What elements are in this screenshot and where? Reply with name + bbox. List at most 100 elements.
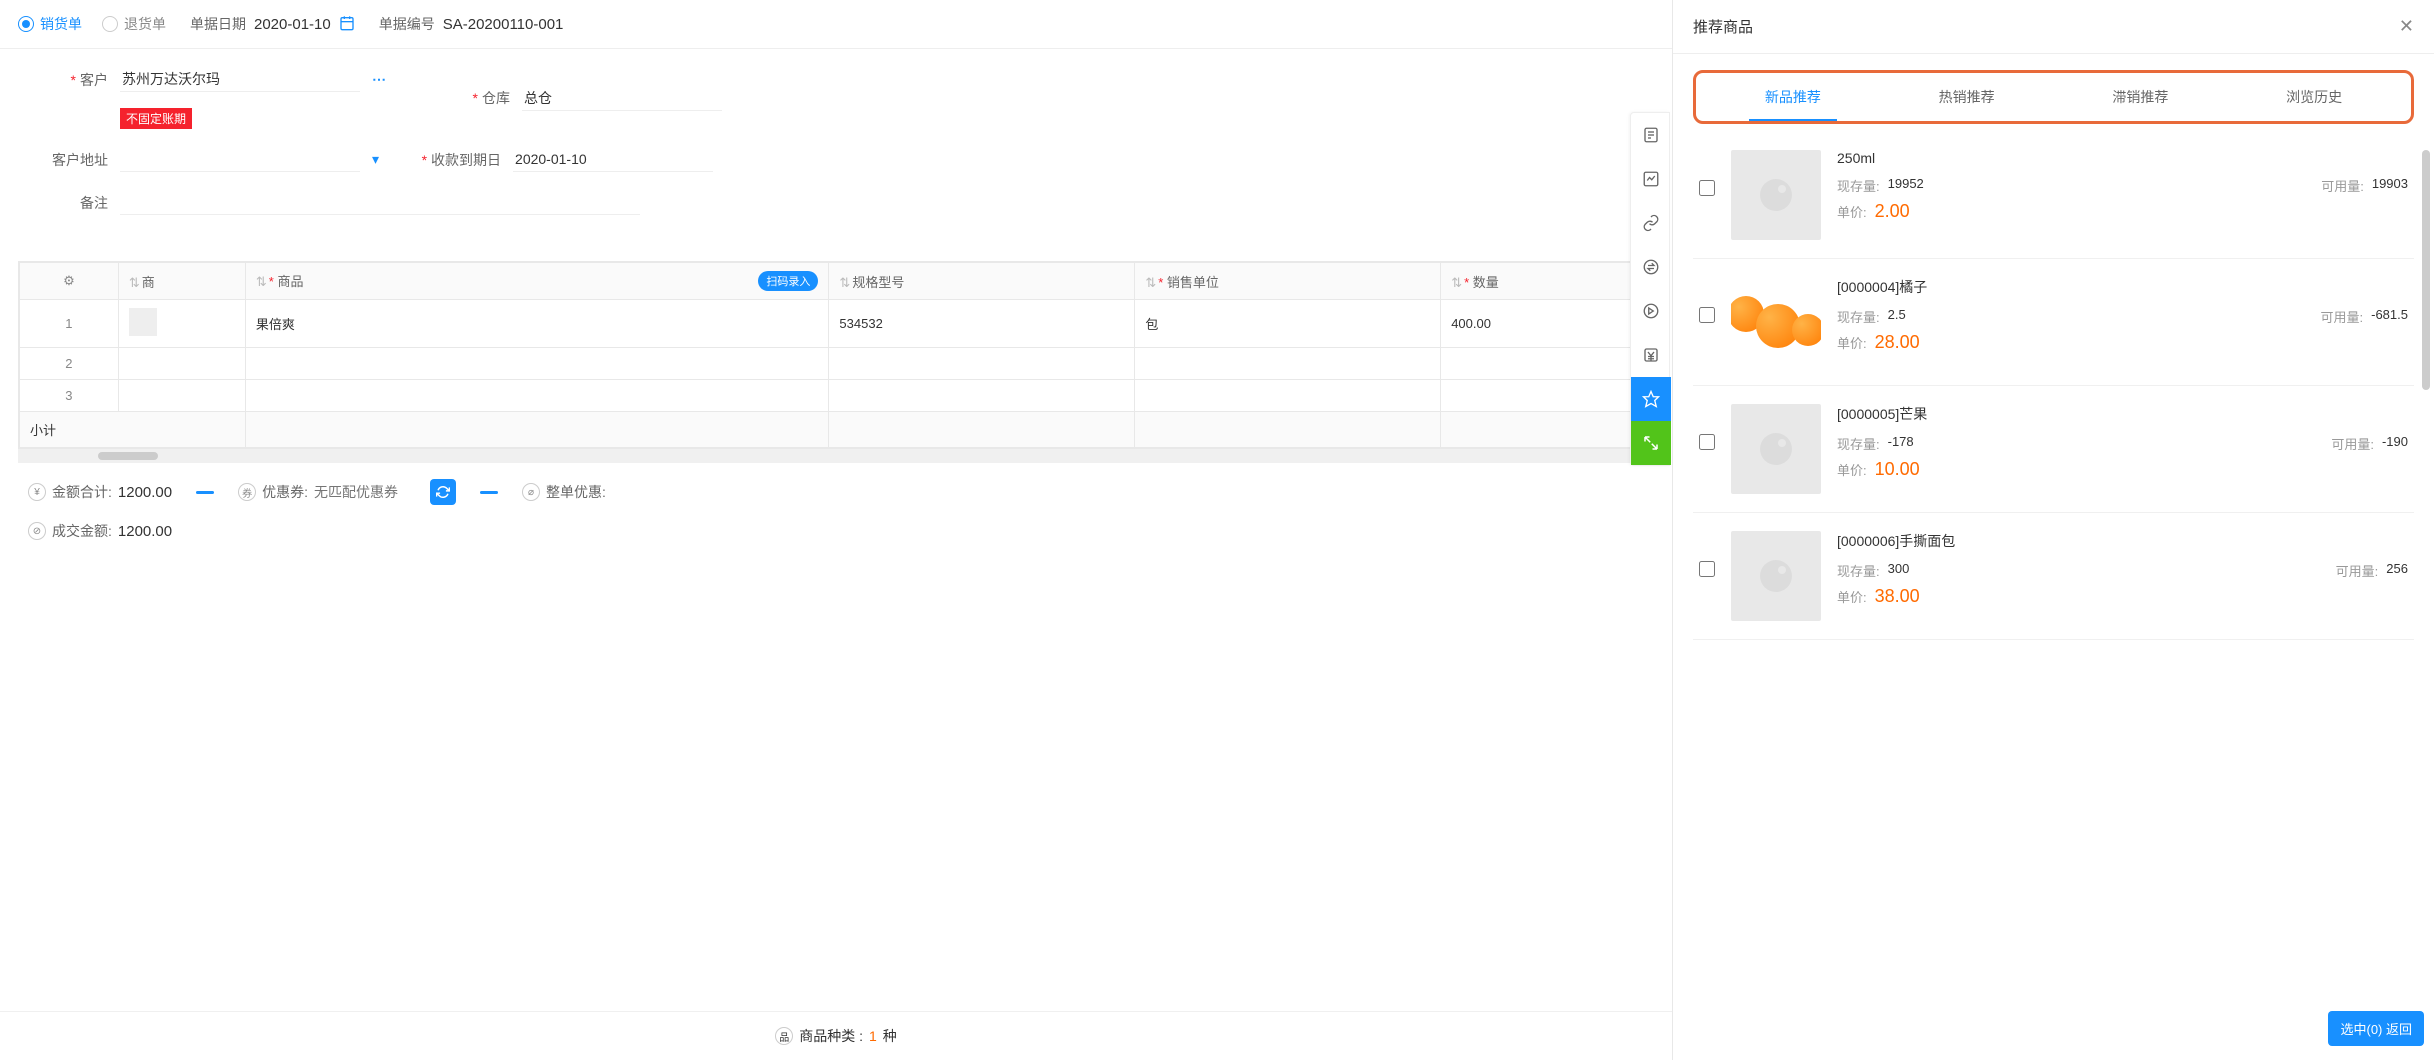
deal-amount-value: 1200.00 xyxy=(118,523,172,540)
stock-value: 2.5 xyxy=(1888,307,1906,326)
remark-input[interactable] xyxy=(120,190,640,215)
product-item[interactable]: 250ml 现存量: 19952 可用量: 19903 单价: 2.00 xyxy=(1693,132,2414,259)
customer-picker-icon[interactable]: ⋯ xyxy=(372,71,388,88)
price-value: 2.00 xyxy=(1875,201,1910,222)
yen-icon: ¥ xyxy=(28,483,46,501)
address-input[interactable] xyxy=(120,147,360,172)
currency-icon[interactable] xyxy=(1631,333,1671,377)
bookmark-icon[interactable] xyxy=(1631,289,1671,333)
vertical-scrollbar[interactable] xyxy=(2422,150,2430,390)
product-list[interactable]: 250ml现存量:19952可用量:19903单价:2.00[0000004]橘… xyxy=(1673,132,2434,1060)
deal-icon: ⊘ xyxy=(28,522,46,540)
tab-sales-label: 销货单 xyxy=(40,14,82,34)
tab-browse-history[interactable]: 浏览历史 xyxy=(2270,77,2358,117)
col-product[interactable]: 商品 xyxy=(277,274,303,289)
table-row[interactable]: 3 xyxy=(20,380,1653,412)
rpanel-title: 推荐商品 xyxy=(1693,16,1753,37)
avail-value: 19903 xyxy=(2372,176,2408,195)
tab-return-order[interactable]: 退货单 xyxy=(102,14,166,34)
stock-value: 19952 xyxy=(1888,176,1924,195)
product-image-placeholder-icon xyxy=(1731,531,1821,621)
product-item[interactable]: [0000004]橘子现存量:2.5可用量:-681.5单价:28.00 xyxy=(1693,259,2414,386)
product-image-placeholder-icon xyxy=(1731,404,1821,494)
customer-tag: 不固定账期 xyxy=(120,108,192,129)
horizontal-scrollbar[interactable] xyxy=(18,449,1654,463)
product-image-placeholder-icon xyxy=(1731,150,1821,240)
avail-value: 256 xyxy=(2386,561,2408,580)
stock-label: 现存量: xyxy=(1837,434,1880,453)
doc-date-label: 单据日期 xyxy=(190,14,246,34)
selected-return-button[interactable]: 选中(0) 返回 xyxy=(2328,1011,2424,1046)
note-icon[interactable] xyxy=(1631,113,1671,157)
product-item[interactable]: [0000005]芒果现存量:-178可用量:-190单价:10.00 xyxy=(1693,386,2414,513)
scan-input-button[interactable]: 扫码录入 xyxy=(758,271,818,291)
star-icon[interactable] xyxy=(1631,377,1671,421)
subtotal-row: 小计 xyxy=(20,412,1653,448)
product-checkbox[interactable] xyxy=(1699,307,1715,323)
exchange-icon[interactable] xyxy=(1631,245,1671,289)
link-icon[interactable] xyxy=(1631,201,1671,245)
tab-sales-order[interactable]: 销货单 xyxy=(18,14,82,34)
avail-label: 可用量: xyxy=(2321,176,2364,195)
close-icon[interactable]: ✕ xyxy=(2399,16,2414,37)
avail-value: -681.5 xyxy=(2371,307,2408,326)
stock-value: -178 xyxy=(1888,434,1914,453)
product-item[interactable]: [0000006]手撕面包现存量:300可用量:256单价:38.00 xyxy=(1693,513,2414,640)
product-checkbox[interactable] xyxy=(1699,434,1715,450)
stock-label: 现存量: xyxy=(1837,176,1880,195)
warehouse-input[interactable] xyxy=(522,86,722,111)
chevron-down-icon[interactable]: ▾ xyxy=(372,151,379,168)
customer-label: 客户 xyxy=(80,72,108,88)
warehouse-label: 仓库 xyxy=(482,90,510,106)
coupon-icon: 券 xyxy=(238,483,256,501)
tab-slow-recommend[interactable]: 滞销推荐 xyxy=(2096,77,2184,117)
price-label: 单价: xyxy=(1837,202,1867,221)
variety-label: 商品种类 : xyxy=(799,1026,863,1046)
product-name: 250ml xyxy=(1837,150,2408,166)
price-label: 单价: xyxy=(1837,460,1867,479)
doc-date-value[interactable]: 2020-01-10 xyxy=(254,16,331,33)
customer-input[interactable] xyxy=(120,67,360,92)
col-merchant[interactable]: 商 xyxy=(142,275,155,290)
coupon-label: 优惠券: xyxy=(262,482,308,502)
stock-label: 现存量: xyxy=(1837,561,1880,580)
price-value: 38.00 xyxy=(1875,586,1920,607)
col-unit[interactable]: 销售单位 xyxy=(1167,275,1219,290)
avail-label: 可用量: xyxy=(2336,561,2379,580)
package-icon: 品 xyxy=(775,1027,793,1045)
tab-hot-recommend[interactable]: 热销推荐 xyxy=(1923,77,2011,117)
col-spec[interactable]: 规格型号 xyxy=(852,275,904,290)
address-label: 客户地址 xyxy=(28,150,108,170)
price-value: 28.00 xyxy=(1875,332,1920,353)
product-checkbox[interactable] xyxy=(1699,180,1715,196)
deal-amount-label: 成交金额: xyxy=(52,521,112,541)
minus-icon xyxy=(196,491,214,494)
table-row[interactable]: 2 xyxy=(20,348,1653,380)
calendar-icon[interactable] xyxy=(339,15,355,34)
product-image xyxy=(1731,277,1821,367)
gear-icon[interactable]: ⚙ xyxy=(20,263,119,300)
doc-no-value: SA-20200110-001 xyxy=(443,16,564,33)
price-label: 单价: xyxy=(1837,587,1867,606)
col-qty[interactable]: 数量 xyxy=(1473,275,1499,290)
product-checkbox[interactable] xyxy=(1699,561,1715,577)
amount-total-label: 金额合计: xyxy=(52,482,112,502)
expand-icon[interactable] xyxy=(1631,421,1671,465)
recommend-tabs-highlight: 新品推荐 热销推荐 滞销推荐 浏览历史 xyxy=(1693,70,2414,124)
refresh-coupon-button[interactable] xyxy=(430,479,456,505)
due-date-input[interactable] xyxy=(513,147,713,172)
coupon-input[interactable] xyxy=(314,484,424,500)
avail-label: 可用量: xyxy=(2331,434,2374,453)
stock-label: 现存量: xyxy=(1837,307,1880,326)
variety-suffix: 种 xyxy=(883,1026,897,1046)
side-toolbar xyxy=(1630,112,1670,466)
price-value: 10.00 xyxy=(1875,459,1920,480)
doc-no-label: 单据编号 xyxy=(379,14,435,34)
chart-icon[interactable] xyxy=(1631,157,1671,201)
variety-count: 1 xyxy=(869,1028,877,1044)
minus-icon xyxy=(480,491,498,494)
tab-new-recommend[interactable]: 新品推荐 xyxy=(1749,77,1837,117)
remark-label: 备注 xyxy=(28,193,108,213)
price-label: 单价: xyxy=(1837,333,1867,352)
table-row[interactable]: 1 果倍爽 534532 包 400.00 xyxy=(20,300,1653,348)
